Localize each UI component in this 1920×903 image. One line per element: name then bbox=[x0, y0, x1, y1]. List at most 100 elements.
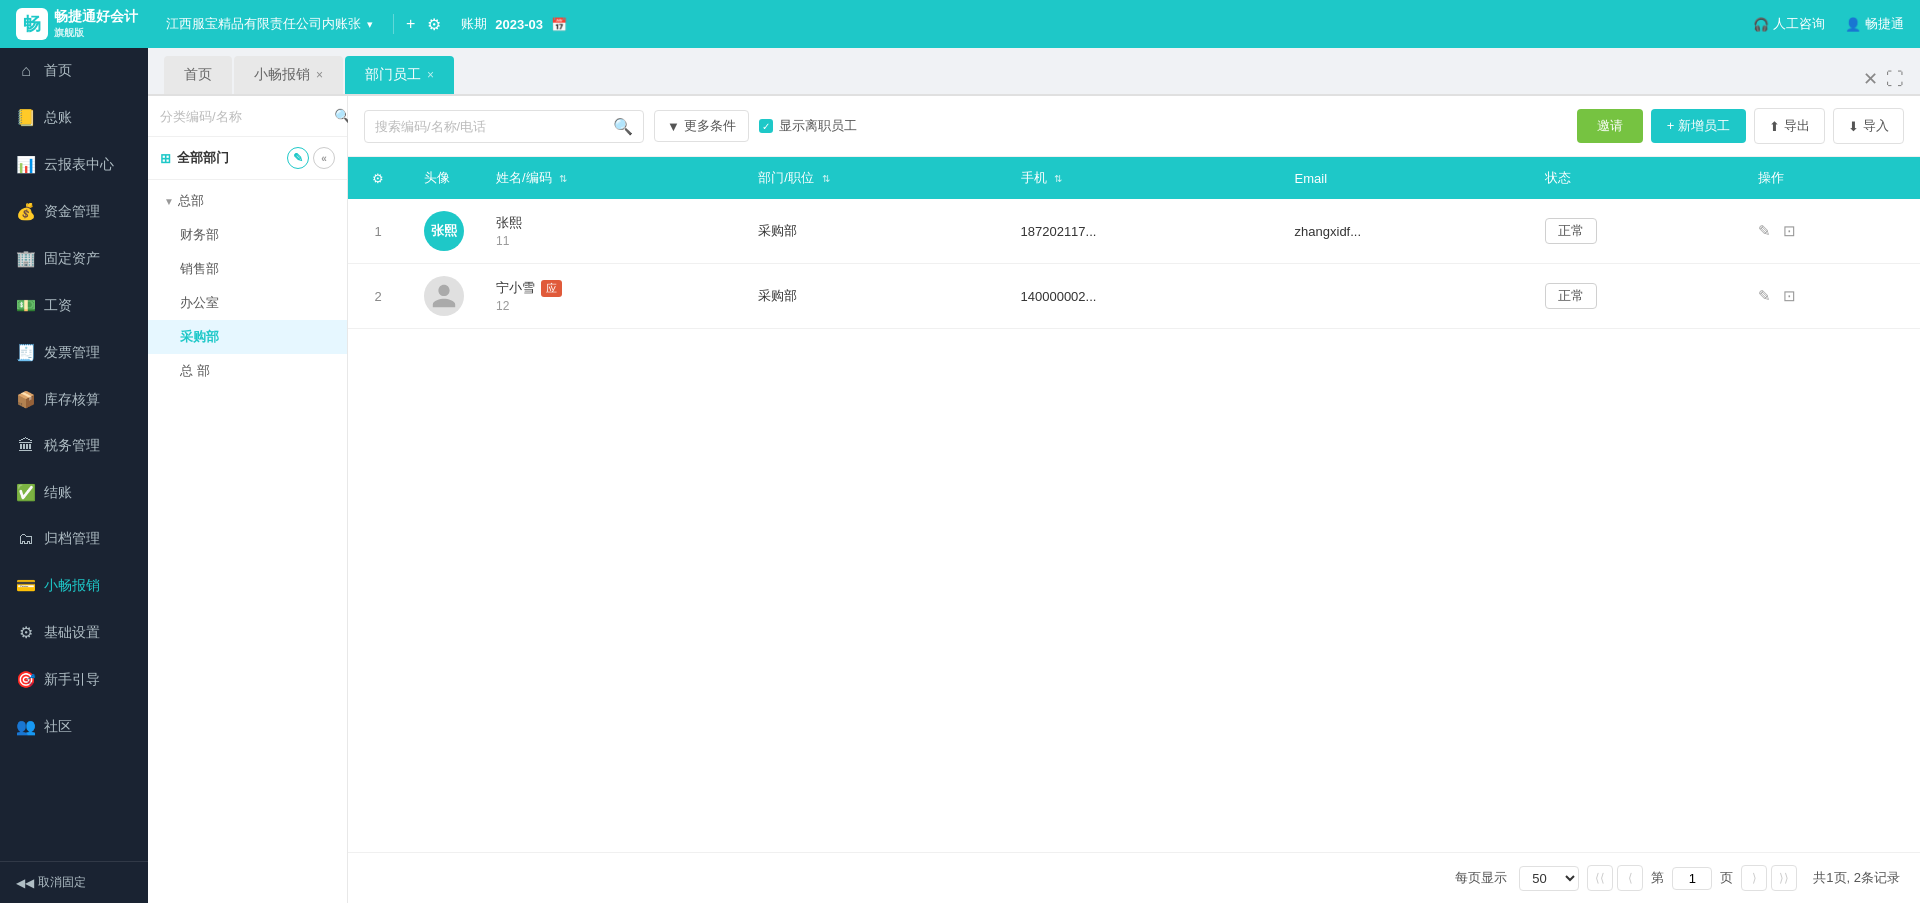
status-badge: 正常 bbox=[1545, 218, 1597, 244]
expense-icon: 💳 bbox=[16, 576, 36, 595]
data-table: ⚙ 头像 姓名/编码 ⇅ 部门/职位 ⇅ bbox=[348, 157, 1920, 852]
next-page-btn[interactable]: ⟩ bbox=[1741, 865, 1767, 891]
dept-node-sales[interactable]: 销售部 bbox=[148, 252, 347, 286]
sidebar-item-closing[interactable]: ✅ 结账 bbox=[0, 469, 148, 516]
more-filter-btn[interactable]: ▼ 更多条件 bbox=[654, 110, 749, 142]
page-input[interactable] bbox=[1672, 867, 1712, 890]
dept-label-purchase: 采购部 bbox=[180, 328, 219, 346]
sidebar-item-reports[interactable]: 📊 云报表中心 bbox=[0, 141, 148, 188]
sort-icon-name: ⇅ bbox=[559, 173, 567, 184]
sidebar-item-home[interactable]: ⌂ 首页 bbox=[0, 48, 148, 94]
tab-home[interactable]: 首页 bbox=[164, 56, 232, 94]
sidebar-item-funds[interactable]: 💰 资金管理 bbox=[0, 188, 148, 235]
dept-search-input[interactable] bbox=[160, 109, 328, 124]
edit-icon[interactable]: ✎ bbox=[1758, 287, 1771, 305]
sidebar-item-archive[interactable]: 🗂 归档管理 bbox=[0, 516, 148, 562]
search-icon[interactable]: 🔍 bbox=[613, 117, 633, 136]
more-icon[interactable]: ⊡ bbox=[1783, 222, 1796, 240]
cell-no: 2 bbox=[348, 264, 408, 329]
support-btn[interactable]: 🎧 人工咨询 bbox=[1753, 15, 1825, 33]
sidebar-label-fixed-assets: 固定资产 bbox=[44, 250, 100, 268]
inventory-icon: 📦 bbox=[16, 390, 36, 409]
show-resigned-checkbox[interactable] bbox=[759, 119, 773, 133]
first-page-btn[interactable]: ⟨⟨ bbox=[1587, 865, 1613, 891]
sidebar: ⌂ 首页 📒 总账 📊 云报表中心 💰 资金管理 🏢 固定资产 💵 工资 🧾 发… bbox=[0, 48, 148, 903]
add-icon[interactable]: + bbox=[406, 15, 415, 33]
dept-node-general[interactable]: 总 部 bbox=[148, 354, 347, 388]
sidebar-item-fixed-assets[interactable]: 🏢 固定资产 bbox=[0, 235, 148, 282]
toolbar-right: 邀请 + 新增员工 ⬆ 导出 ⬇ 导入 bbox=[1577, 108, 1904, 144]
divider bbox=[393, 14, 394, 34]
page-content: 🔍 ⊞ 全部部门 ✎ « ▼ 总部 财务部 bbox=[148, 96, 1920, 903]
more-icon[interactable]: ⊡ bbox=[1783, 287, 1796, 305]
company-selector[interactable]: 江西服宝精品有限责任公司内账张 ▾ bbox=[158, 11, 381, 37]
home-icon: ⌂ bbox=[16, 62, 36, 80]
expand-icon[interactable]: ⛶ bbox=[1886, 69, 1904, 90]
sidebar-item-invoice[interactable]: 🧾 发票管理 bbox=[0, 329, 148, 376]
th-name-code[interactable]: 姓名/编码 ⇅ bbox=[480, 157, 742, 199]
cell-name: 宁小雪 应 12 bbox=[480, 264, 742, 329]
unpin-btn[interactable]: ◀◀ 取消固定 bbox=[0, 861, 148, 903]
dept-node-root[interactable]: ▼ 总部 bbox=[148, 184, 347, 218]
badge-ying: 应 bbox=[541, 280, 562, 297]
sidebar-item-ledger[interactable]: 📒 总账 bbox=[0, 94, 148, 141]
sidebar-item-inventory[interactable]: 📦 库存核算 bbox=[0, 376, 148, 423]
gear-icon: ⚙ bbox=[16, 623, 36, 642]
sidebar-label-community: 社区 bbox=[44, 718, 72, 736]
last-page-btn[interactable]: ⟩⟩ bbox=[1771, 865, 1797, 891]
close-all-icon[interactable]: ✕ bbox=[1863, 68, 1878, 90]
th-phone[interactable]: 手机 ⇅ bbox=[1005, 157, 1279, 199]
sidebar-label-invoice: 发票管理 bbox=[44, 344, 100, 362]
dept-node-finance[interactable]: 财务部 bbox=[148, 218, 347, 252]
calendar-icon[interactable]: 📅 bbox=[551, 17, 567, 32]
period-label: 账期 bbox=[461, 15, 487, 33]
tab-expense[interactable]: 小畅报销 × bbox=[234, 56, 343, 94]
sidebar-label-settings: 基础设置 bbox=[44, 624, 100, 642]
period-value: 2023-03 bbox=[495, 17, 543, 32]
user-area[interactable]: 👤 畅捷通 bbox=[1845, 15, 1904, 33]
emp-code: 11 bbox=[496, 234, 726, 248]
sidebar-label-reports: 云报表中心 bbox=[44, 156, 114, 174]
payroll-icon: 💵 bbox=[16, 296, 36, 315]
dept-header: ⊞ 全部部门 ✎ « bbox=[148, 137, 347, 180]
dept-header-label: 全部部门 bbox=[177, 149, 229, 167]
dept-tree: ▼ 总部 财务部 销售部 办公室 采购部 bbox=[148, 180, 347, 392]
import-btn[interactable]: ⬇ 导入 bbox=[1833, 108, 1904, 144]
tab-dept-employee-close[interactable]: × bbox=[427, 68, 434, 82]
cell-phone: 140000002... bbox=[1005, 264, 1279, 329]
sidebar-item-tax[interactable]: 🏛 税务管理 bbox=[0, 423, 148, 469]
th-dept-position[interactable]: 部门/职位 ⇅ bbox=[742, 157, 1004, 199]
tab-dept-employee[interactable]: 部门员工 × bbox=[345, 56, 454, 94]
prev-page-btn[interactable]: ⟨ bbox=[1617, 865, 1643, 891]
employee-search-input[interactable] bbox=[375, 119, 607, 134]
sidebar-item-guide[interactable]: 🎯 新手引导 bbox=[0, 656, 148, 703]
sidebar-label-payroll: 工资 bbox=[44, 297, 72, 315]
tab-expense-close[interactable]: × bbox=[316, 68, 323, 82]
sidebar-item-settings[interactable]: ⚙ 基础设置 bbox=[0, 609, 148, 656]
collapse-dept-btn[interactable]: « bbox=[313, 147, 335, 169]
chevron-down-icon: ▾ bbox=[367, 18, 373, 31]
sidebar-item-community[interactable]: 👥 社区 bbox=[0, 703, 148, 750]
sidebar-item-payroll[interactable]: 💵 工资 bbox=[0, 282, 148, 329]
settings-icon[interactable]: ⚙ bbox=[427, 15, 441, 34]
header-right: 🎧 人工咨询 👤 畅捷通 bbox=[1753, 15, 1904, 33]
add-employee-btn[interactable]: + 新增员工 bbox=[1651, 109, 1746, 143]
dept-toggle-root: ▼ bbox=[164, 196, 174, 207]
sidebar-item-expense[interactable]: 💳 小畅报销 bbox=[0, 562, 148, 609]
dept-node-office[interactable]: 办公室 bbox=[148, 286, 347, 320]
invite-btn[interactable]: 邀请 bbox=[1577, 109, 1643, 143]
avatar-icon: 👤 bbox=[1845, 17, 1861, 32]
th-settings[interactable]: ⚙ bbox=[348, 157, 408, 199]
add-dept-btn[interactable]: ✎ bbox=[287, 147, 309, 169]
table-row: 2 宁小雪 应 12 采购部140000002... 正常 ✎ ⊡ bbox=[348, 264, 1920, 329]
sidebar-label-expense: 小畅报销 bbox=[44, 577, 100, 595]
cell-name: 张熙 11 bbox=[480, 199, 742, 264]
book-icon: 📒 bbox=[16, 108, 36, 127]
export-btn[interactable]: ⬆ 导出 bbox=[1754, 108, 1825, 144]
per-page-select[interactable]: 50 10 20 100 bbox=[1519, 866, 1579, 891]
dept-node-purchase[interactable]: 采购部 bbox=[148, 320, 347, 354]
edit-icon[interactable]: ✎ bbox=[1758, 222, 1771, 240]
user-name: 畅捷通 bbox=[1865, 15, 1904, 33]
cell-email bbox=[1279, 264, 1529, 329]
cell-email: zhangxidf... bbox=[1279, 199, 1529, 264]
